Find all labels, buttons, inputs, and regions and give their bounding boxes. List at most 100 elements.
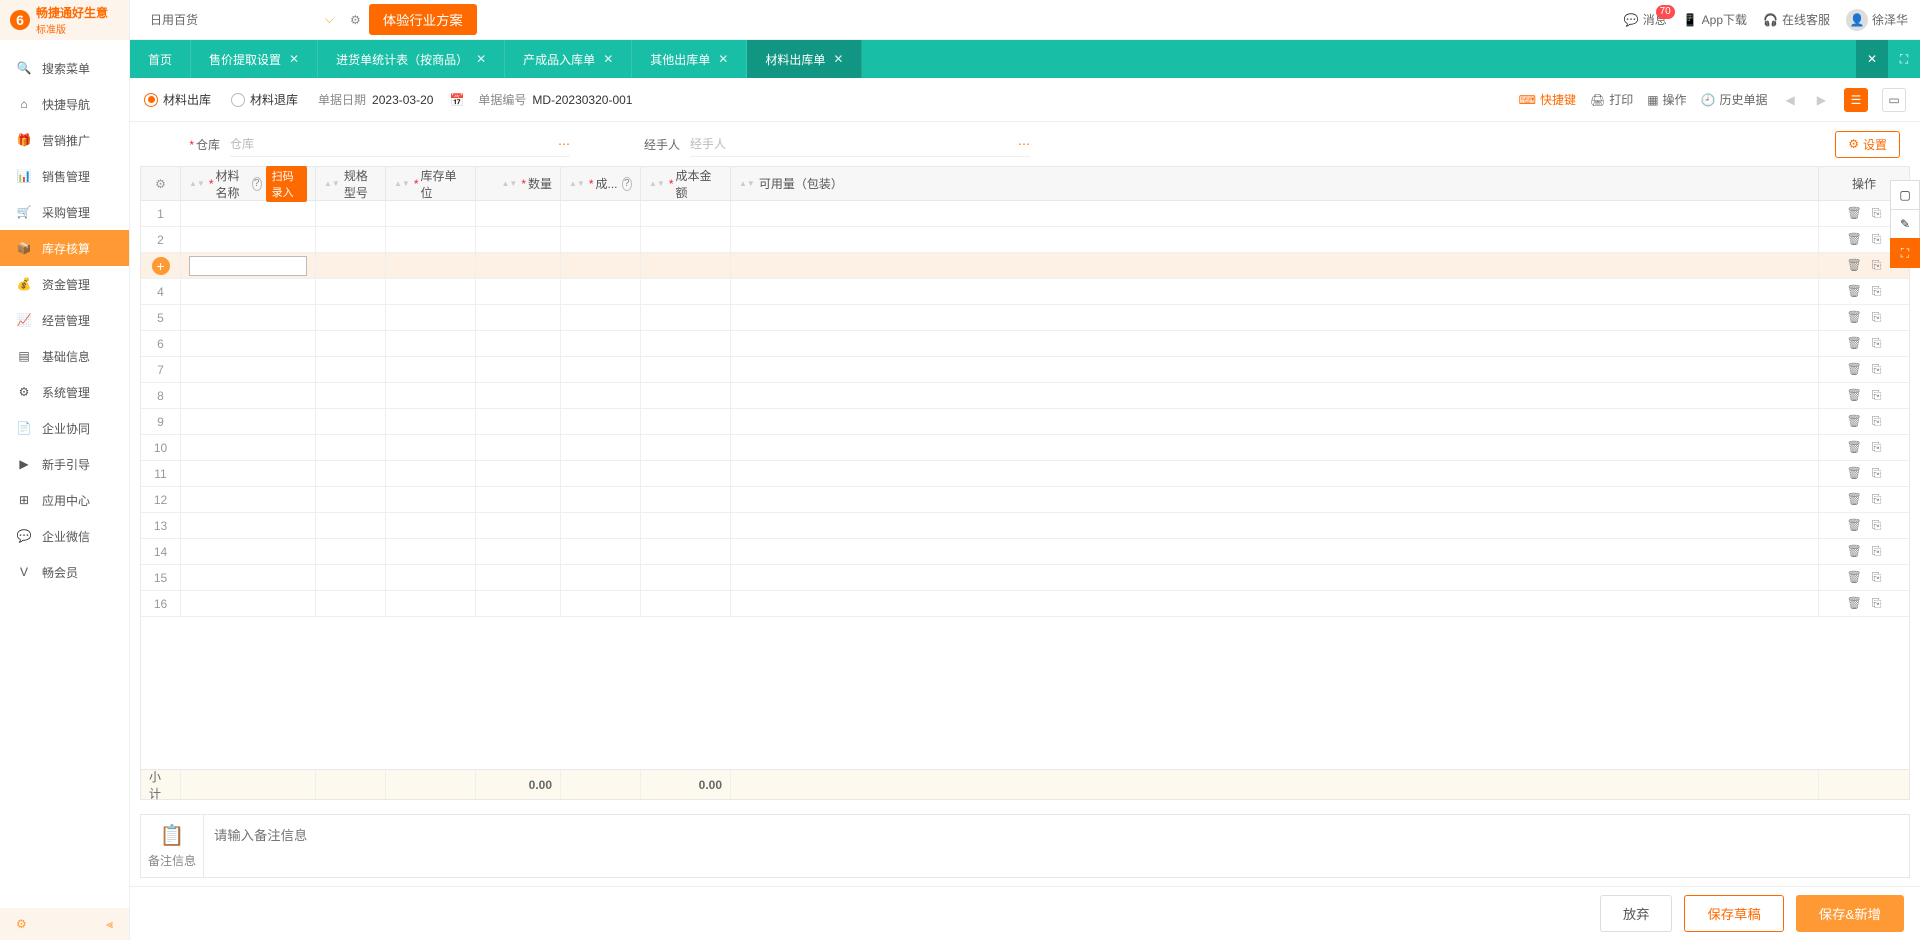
nav-item-8[interactable]: ▤基础信息 <box>0 338 129 374</box>
warehouse-field[interactable]: *仓库 仓库 ⋯ <box>150 131 570 157</box>
radio-material-out[interactable]: 材料出库 <box>144 91 211 108</box>
table-row[interactable]: 10🗑⎘ <box>141 435 1909 461</box>
nav-item-9[interactable]: ⚙系统管理 <box>0 374 129 410</box>
table-row[interactable]: 5🗑⎘ <box>141 305 1909 331</box>
table-row[interactable]: 6🗑⎘ <box>141 331 1909 357</box>
user-menu[interactable]: 👤 徐泽华 <box>1846 9 1908 31</box>
handler-input[interactable]: 经手人 <box>690 131 1030 157</box>
rail-btn-1[interactable]: ▢ <box>1890 180 1920 210</box>
copy-row-icon[interactable]: ⎘ <box>1872 232 1882 247</box>
col-available[interactable]: ▲▼可用量（包装） <box>731 167 1819 200</box>
nav-item-3[interactable]: 📊销售管理 <box>0 158 129 194</box>
view-card-button[interactable]: ▭ <box>1882 88 1906 112</box>
table-row[interactable]: 14🗑⎘ <box>141 539 1909 565</box>
nav-item-14[interactable]: V畅会员 <box>0 554 129 590</box>
close-all-button[interactable]: ✕ <box>1856 40 1888 78</box>
col-material-name[interactable]: ▲▼*材料名称?扫码录入 <box>181 167 316 200</box>
nav-item-1[interactable]: ⌂快捷导航 <box>0 86 129 122</box>
col-unit[interactable]: ▲▼*库存单位 <box>386 167 476 200</box>
copy-row-icon[interactable]: ⎘ <box>1872 284 1882 299</box>
shortcut-button[interactable]: ⌨快捷键 <box>1519 91 1576 108</box>
copy-row-icon[interactable]: ⎘ <box>1872 596 1882 611</box>
tab-2[interactable]: 进货单统计表（按商品）✕ <box>318 40 505 78</box>
copy-row-icon[interactable]: ⎘ <box>1872 440 1882 455</box>
delete-row-icon[interactable]: 🗑 <box>1847 440 1862 455</box>
close-icon[interactable]: ✕ <box>289 52 299 66</box>
table-row[interactable]: 2🗑⎘ <box>141 227 1909 253</box>
tab-3[interactable]: 产成品入库单✕ <box>505 40 632 78</box>
copy-row-icon[interactable]: ⎘ <box>1872 570 1882 585</box>
table-row[interactable]: 7🗑⎘ <box>141 357 1909 383</box>
scan-input-tag[interactable]: 扫码录入 <box>266 166 307 202</box>
col-cost[interactable]: ▲▼*成...? <box>561 167 641 200</box>
delete-row-icon[interactable]: 🗑 <box>1847 492 1862 507</box>
table-row[interactable]: 15🗑⎘ <box>141 565 1909 591</box>
delete-row-icon[interactable]: 🗑 <box>1847 414 1862 429</box>
table-row[interactable]: 16🗑⎘ <box>141 591 1909 617</box>
delete-row-icon[interactable]: 🗑 <box>1847 596 1862 611</box>
print-button[interactable]: 🖨打印 <box>1590 91 1633 108</box>
tab-5[interactable]: 材料出库单✕ <box>747 40 862 78</box>
handler-field[interactable]: 经手人 经手人 ⋯ <box>610 131 1030 157</box>
copy-row-icon[interactable]: ⎘ <box>1872 206 1882 221</box>
delete-row-icon[interactable]: 🗑 <box>1847 310 1862 325</box>
remark-input[interactable] <box>204 815 1909 877</box>
col-spec[interactable]: ▲▼规格型号 <box>316 167 386 200</box>
delete-row-icon[interactable]: 🗑 <box>1847 362 1862 377</box>
warehouse-more-icon[interactable]: ⋯ <box>558 137 570 151</box>
delete-row-icon[interactable]: 🗑 <box>1847 466 1862 481</box>
delete-row-icon[interactable]: 🗑 <box>1847 258 1862 273</box>
copy-row-icon[interactable]: ⎘ <box>1872 310 1882 325</box>
table-row[interactable]: 1🗑⎘ <box>141 201 1909 227</box>
close-icon[interactable]: ✕ <box>603 52 613 66</box>
industry-plan-button[interactable]: 体验行业方案 <box>369 4 477 35</box>
settings-button[interactable]: ⚙设置 <box>1835 131 1900 158</box>
nav-item-5[interactable]: 📦库存核算 <box>0 230 129 266</box>
copy-row-icon[interactable]: ⎘ <box>1872 388 1882 403</box>
table-row[interactable]: 9🗑⎘ <box>141 409 1909 435</box>
nav-item-4[interactable]: 🛒采购管理 <box>0 194 129 230</box>
calendar-icon[interactable]: 📅 <box>449 93 464 107</box>
col-config[interactable]: ⚙ <box>141 167 181 200</box>
nav-item-13[interactable]: 💬企业微信 <box>0 518 129 554</box>
copy-row-icon[interactable]: ⎘ <box>1872 362 1882 377</box>
delete-row-icon[interactable]: 🗑 <box>1847 232 1862 247</box>
close-icon[interactable]: ✕ <box>833 52 843 66</box>
add-row-button[interactable]: + <box>152 257 170 275</box>
material-name-input[interactable] <box>189 256 307 276</box>
delete-row-icon[interactable]: 🗑 <box>1847 544 1862 559</box>
save-draft-button[interactable]: 保存草稿 <box>1684 895 1783 932</box>
discard-button[interactable]: 放弃 <box>1600 895 1673 932</box>
radio-material-return[interactable]: 材料退库 <box>231 91 298 108</box>
nav-item-12[interactable]: ⊞应用中心 <box>0 482 129 518</box>
warehouse-input[interactable]: 仓库 <box>230 131 570 157</box>
rail-btn-3[interactable]: ⛶ <box>1890 238 1920 268</box>
nav-item-7[interactable]: 📈经营管理 <box>0 302 129 338</box>
col-qty[interactable]: ▲▼*数量 <box>476 167 561 200</box>
table-row[interactable]: 8🗑⎘ <box>141 383 1909 409</box>
collapse-icon[interactable]: ⪡ <box>106 917 113 932</box>
nav-item-6[interactable]: 💰资金管理 <box>0 266 129 302</box>
copy-row-icon[interactable]: ⎘ <box>1872 258 1882 273</box>
delete-row-icon[interactable]: 🗑 <box>1847 206 1862 221</box>
table-row[interactable]: 11🗑⎘ <box>141 461 1909 487</box>
operate-button[interactable]: ▦操作 <box>1647 91 1686 108</box>
copy-row-icon[interactable]: ⎘ <box>1872 492 1882 507</box>
delete-row-icon[interactable]: 🗑 <box>1847 518 1862 533</box>
table-row[interactable]: 12🗑⎘ <box>141 487 1909 513</box>
history-button[interactable]: 🕘历史单据 <box>1701 91 1768 108</box>
nav-item-2[interactable]: 🎁营销推广 <box>0 122 129 158</box>
prev-doc-button[interactable]: ◀ <box>1782 93 1799 107</box>
tab-1[interactable]: 售价提取设置✕ <box>191 40 318 78</box>
messages-button[interactable]: 💬 消息 70 <box>1624 11 1667 28</box>
app-download-button[interactable]: 📱 App下载 <box>1683 11 1747 28</box>
tab-0[interactable]: 首页 <box>130 40 191 78</box>
col-amount[interactable]: ▲▼*成本金额 <box>641 167 731 200</box>
delete-row-icon[interactable]: 🗑 <box>1847 336 1862 351</box>
copy-row-icon[interactable]: ⎘ <box>1872 414 1882 429</box>
next-doc-button[interactable]: ▶ <box>1813 93 1830 107</box>
delete-row-icon[interactable]: 🗑 <box>1847 284 1862 299</box>
copy-row-icon[interactable]: ⎘ <box>1872 518 1882 533</box>
expand-button[interactable]: ⛶ <box>1888 40 1920 78</box>
nav-item-10[interactable]: 📄企业协同 <box>0 410 129 446</box>
